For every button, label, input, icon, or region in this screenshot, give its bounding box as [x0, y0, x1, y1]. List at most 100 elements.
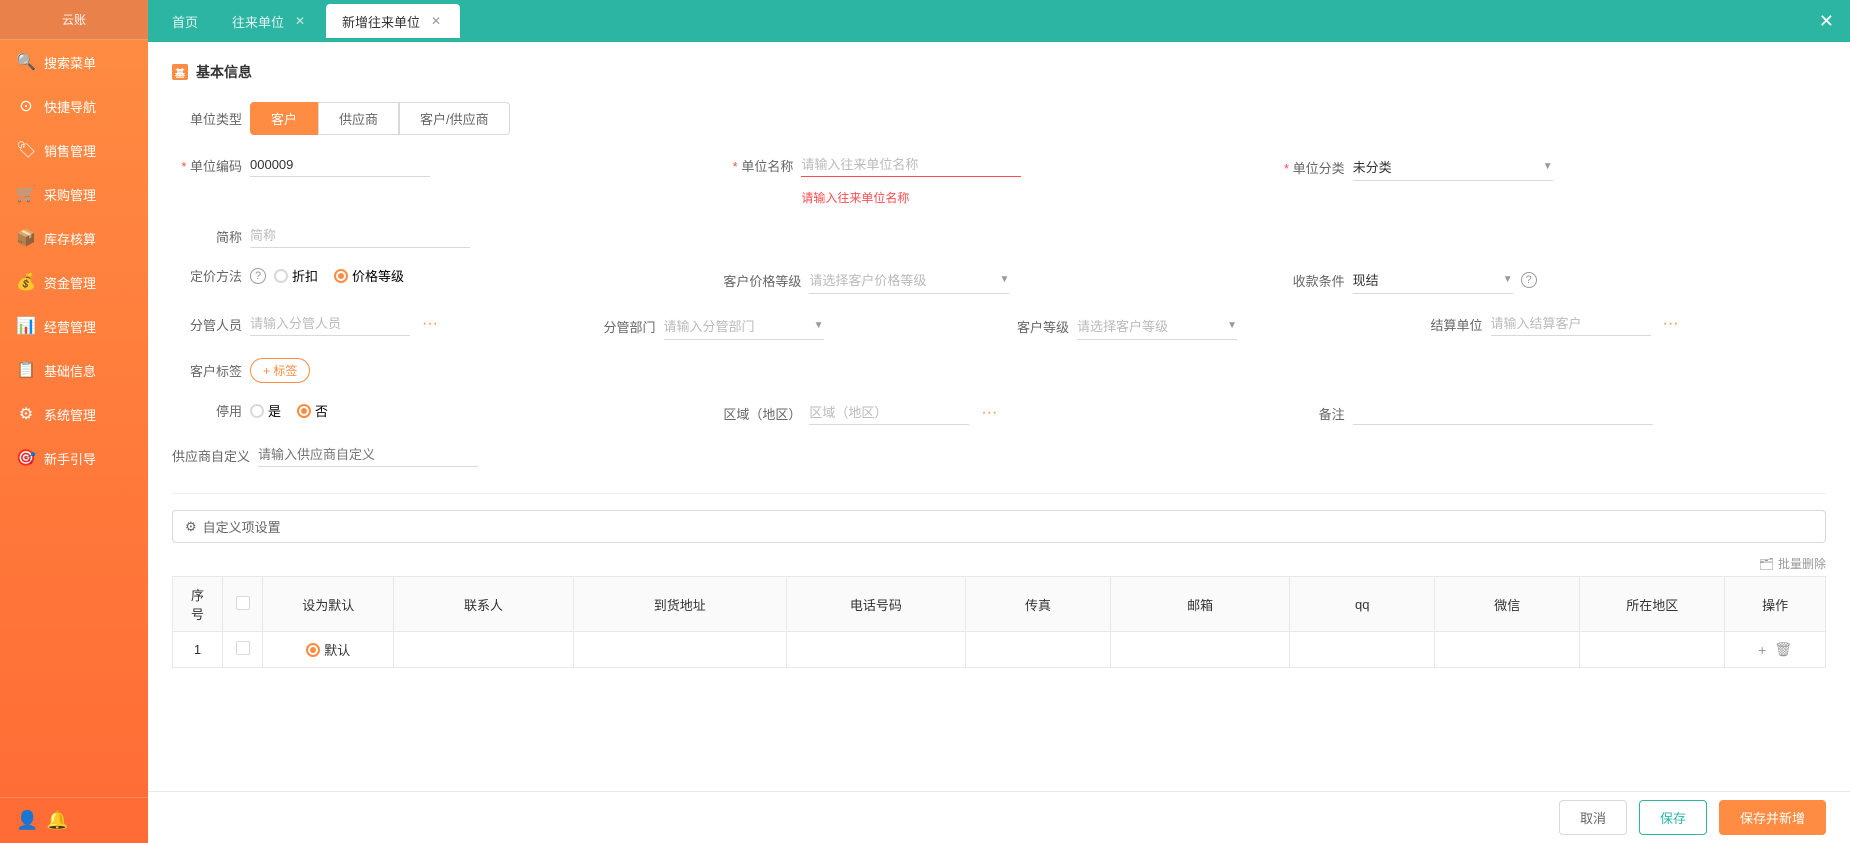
department-arrow: ▼: [814, 320, 824, 331]
manager-input[interactable]: [250, 312, 410, 336]
pricing-radio-group: 折扣 价格等级: [274, 266, 404, 285]
pricing-discount-radio[interactable]: [274, 269, 288, 283]
row-seq: 1: [173, 632, 223, 668]
customer-price-level-select[interactable]: 请选择客户价格等级 ▼: [809, 266, 1009, 294]
pricing-method-help[interactable]: ?: [250, 268, 266, 284]
pricing-discount-option[interactable]: 折扣: [274, 266, 318, 285]
row-wechat[interactable]: [1435, 632, 1580, 668]
col-checkbox: [223, 577, 263, 632]
disabled-no-radio[interactable]: [297, 404, 311, 418]
sidebar-item-label: 销售管理: [44, 141, 96, 160]
customer-level-arrow: ▼: [1227, 320, 1237, 331]
row-email[interactable]: [1111, 632, 1290, 668]
batch-delete[interactable]: 🗂 批量删除: [172, 555, 1826, 572]
tab-new-partner-close[interactable]: ✕: [428, 13, 444, 29]
disabled-no-option[interactable]: 否: [297, 401, 328, 420]
disabled-yes-radio[interactable]: [250, 404, 264, 418]
unit-type-supplier-btn[interactable]: 供应商: [318, 102, 399, 135]
row-add-icon[interactable]: +: [1758, 642, 1766, 658]
unit-type-customer-btn[interactable]: 客户: [250, 102, 318, 135]
phone-input[interactable]: [836, 642, 916, 657]
supplier-custom-input[interactable]: [258, 443, 478, 467]
wechat-input[interactable]: [1477, 642, 1537, 657]
unit-category-select[interactable]: 未分类 ▼: [1353, 153, 1553, 181]
tab-home[interactable]: 首页: [156, 4, 214, 38]
row-address[interactable]: [573, 632, 786, 668]
sidebar-item-operations[interactable]: 📊 经营管理: [0, 304, 148, 348]
sidebar: 云账 🔍 搜索菜单 ⊙ 快捷导航 🏷 销售管理 🛒 采购管理 📦 库存核算 💰 …: [0, 0, 148, 843]
disabled-yes-option[interactable]: 是: [250, 401, 281, 420]
sidebar-item-inventory[interactable]: 📦 库存核算: [0, 216, 148, 260]
row-delete-icon[interactable]: 🗑: [1774, 641, 1792, 658]
row-fax[interactable]: [966, 632, 1111, 668]
address-input[interactable]: [630, 642, 730, 657]
remarks-input[interactable]: [1353, 401, 1653, 425]
unit-category-arrow: ▼: [1543, 161, 1553, 172]
region-input[interactable]: [809, 401, 969, 425]
row-checkbox[interactable]: [236, 641, 250, 655]
col-phone: 电话号码: [786, 577, 965, 632]
sales-icon: 🏷: [16, 140, 36, 160]
unit-code-input[interactable]: [250, 153, 430, 177]
select-all-checkbox[interactable]: [236, 596, 250, 610]
tab-new-partner[interactable]: 新增往来单位 ✕: [326, 4, 460, 38]
customer-level-select[interactable]: 请选择客户等级 ▼: [1077, 312, 1237, 340]
unit-name-field: 单位名称 请输入往来单位名称: [723, 153, 1274, 206]
region-input[interactable]: [1622, 642, 1682, 657]
sidebar-item-quick-nav[interactable]: ⊙ 快捷导航: [0, 84, 148, 128]
row-contact[interactable]: [394, 632, 573, 668]
unit-category-label: 单位分类: [1275, 158, 1345, 177]
sidebar-bottom: 👤 🔔: [0, 797, 148, 843]
row-default-radio-item[interactable]: 默认: [275, 640, 381, 659]
pricing-level-radio[interactable]: [334, 269, 348, 283]
sidebar-item-guide[interactable]: 🎯 新手引导: [0, 436, 148, 480]
pricing-level-option[interactable]: 价格等级: [334, 266, 404, 285]
tab-bar-close-all[interactable]: ✕: [1811, 11, 1842, 32]
add-tag-label: + 标签: [263, 362, 297, 379]
sidebar-item-search[interactable]: 🔍 搜索菜单: [0, 40, 148, 84]
sidebar-item-label: 经营管理: [44, 317, 96, 336]
qq-input[interactable]: [1332, 642, 1392, 657]
payment-terms-help[interactable]: ?: [1521, 272, 1537, 288]
payment-terms-value: 现结: [1353, 270, 1499, 289]
cancel-button[interactable]: 取消: [1559, 800, 1627, 835]
sidebar-item-sales[interactable]: 🏷 销售管理: [0, 128, 148, 172]
sidebar-item-basic-info[interactable]: 📋 基础信息: [0, 348, 148, 392]
home-icon: ⊙: [16, 96, 36, 116]
add-tag-btn[interactable]: + 标签: [250, 358, 310, 383]
region-more-btn[interactable]: ···: [977, 404, 1001, 422]
unit-name-label: 单位名称: [723, 156, 793, 175]
row-phone[interactable]: [786, 632, 965, 668]
row-qq[interactable]: [1290, 632, 1435, 668]
fax-input[interactable]: [1008, 642, 1068, 657]
settlement-unit-input[interactable]: [1491, 312, 1651, 336]
custom-settings-btn[interactable]: ⚙ 自定义项设置: [172, 510, 1826, 543]
tab-partner-close[interactable]: ✕: [292, 13, 308, 29]
col-qq: qq: [1290, 577, 1435, 632]
unit-name-input[interactable]: [801, 153, 1021, 177]
contact-input[interactable]: [443, 642, 523, 657]
disabled-row: 停用 是 否 区域（地区） ··· 备注: [172, 401, 1826, 425]
sidebar-item-label: 搜索菜单: [44, 53, 96, 72]
row-default-radio[interactable]: [306, 643, 320, 657]
email-input[interactable]: [1160, 642, 1240, 657]
unit-type-both-btn[interactable]: 客户/供应商: [399, 102, 510, 135]
abbreviation-input[interactable]: [250, 224, 470, 248]
sidebar-item-purchase[interactable]: 🛒 采购管理: [0, 172, 148, 216]
tab-partner-label: 往来单位: [232, 12, 284, 31]
disabled-no-label: 否: [315, 401, 328, 420]
unit-code-label: 单位编码: [172, 156, 242, 175]
payment-terms-select[interactable]: 现结 ▼: [1353, 266, 1513, 294]
department-select[interactable]: 请输入分管部门 ▼: [664, 312, 824, 340]
settlement-unit-more-btn[interactable]: ···: [1659, 315, 1683, 333]
manager-more-btn[interactable]: ···: [418, 315, 442, 333]
col-address: 到货地址: [573, 577, 786, 632]
supplier-custom-field: 供应商自定义: [172, 443, 1826, 467]
row-region[interactable]: [1580, 632, 1725, 668]
save-button[interactable]: 保存: [1639, 800, 1707, 835]
save-and-new-button[interactable]: 保存并新增: [1719, 800, 1826, 835]
tab-partner[interactable]: 往来单位 ✕: [216, 4, 324, 38]
search-icon: 🔍: [16, 52, 36, 72]
sidebar-item-finance[interactable]: 💰 资金管理: [0, 260, 148, 304]
sidebar-item-system[interactable]: ⚙ 系统管理: [0, 392, 148, 436]
